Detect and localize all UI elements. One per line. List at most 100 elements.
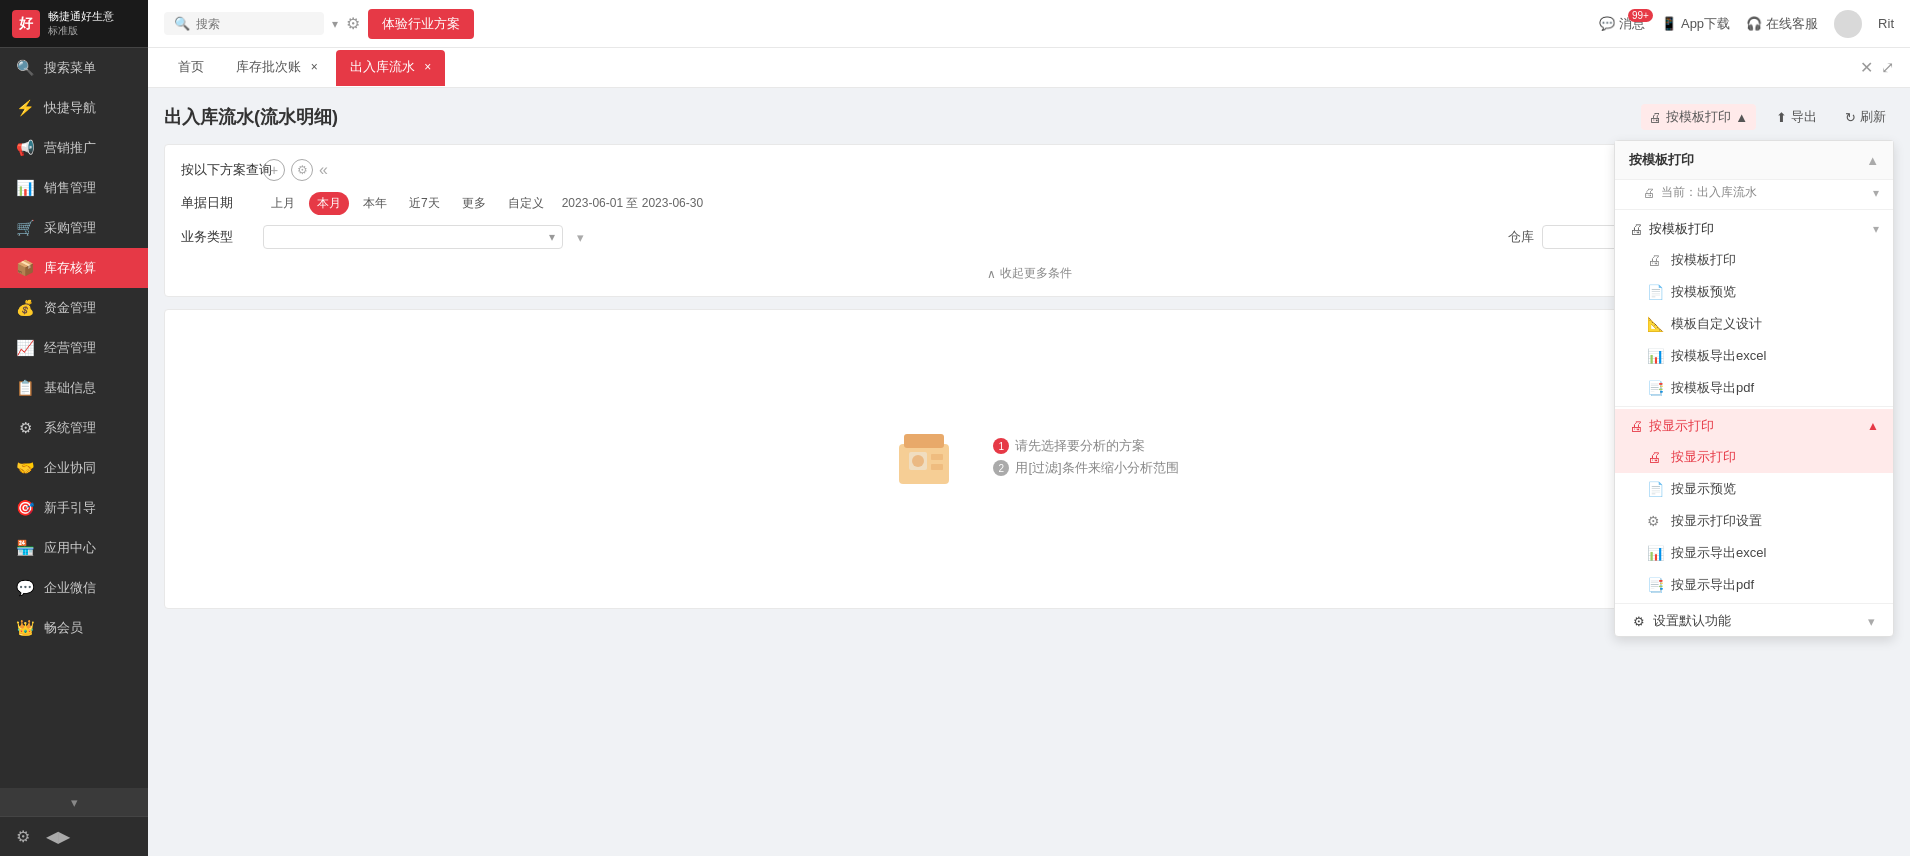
sidebar-item-search[interactable]: 🔍 搜索菜单 <box>0 48 148 88</box>
sidebar-item-member[interactable]: 👑 畅会员 <box>0 608 148 648</box>
dropdown-header: 按模板打印 ▲ <box>1615 141 1893 180</box>
dropdown-section-template[interactable]: 🖨 按模板打印 ▾ <box>1615 212 1893 244</box>
sidebar-item-marketing[interactable]: 📢 营销推广 <box>0 128 148 168</box>
user-avatar[interactable] <box>1834 10 1862 38</box>
date-tag-custom[interactable]: 自定义 <box>500 192 552 215</box>
tab-flow[interactable]: 出入库流水 × <box>336 50 446 86</box>
topbar-chevron-icon[interactable]: ▾ <box>332 17 338 31</box>
dropdown-item-template-pdf[interactable]: 📑 按模板导出pdf <box>1615 372 1893 404</box>
date-label: 单据日期 <box>181 194 251 212</box>
dropdown-header-chevron-icon[interactable]: ▲ <box>1866 153 1879 168</box>
topbar-search-input[interactable] <box>196 17 306 31</box>
divider-3 <box>1615 603 1893 604</box>
display-settings-icon: ⚙ <box>1647 513 1663 529</box>
dropdown-item-display-settings[interactable]: ⚙ 按显示打印设置 <box>1615 505 1893 537</box>
member-icon: 👑 <box>16 619 34 637</box>
filter-collapse-btn[interactable]: « <box>319 161 328 179</box>
sidebar-item-quick-nav[interactable]: ⚡ 快捷导航 <box>0 88 148 128</box>
sidebar-item-sales[interactable]: 📊 销售管理 <box>0 168 148 208</box>
section-template-title: 🖨 按模板打印 <box>1629 220 1714 238</box>
sidebar-item-inventory[interactable]: 📦 库存核算 <box>0 248 148 288</box>
topbar-right: 💬 消息 99+ 📱 App下载 🎧 在线客服 Rit <box>1599 10 1894 38</box>
topbar-gear-icon[interactable]: ⚙ <box>346 14 360 33</box>
sidebar-item-app-center[interactable]: 🏪 应用中心 <box>0 528 148 568</box>
display-preview-icon: 📄 <box>1647 481 1663 497</box>
sidebar-scroll-down[interactable]: ▾ <box>0 788 148 816</box>
dropdown-item-display-excel[interactable]: 📊 按显示导出excel <box>1615 537 1893 569</box>
dropdown-section-display[interactable]: 🖨 按显示打印 ▲ <box>1615 409 1893 441</box>
print-btn[interactable]: 🖨 按模板打印 ▲ <box>1641 104 1756 130</box>
sidebar-item-label: 企业微信 <box>44 579 96 597</box>
bottom-collapse-icon[interactable]: ◀▶ <box>46 827 70 846</box>
system-icon: ⚙ <box>16 419 34 437</box>
date-tag-more[interactable]: 更多 <box>454 192 494 215</box>
display-excel-icon: 📊 <box>1647 545 1663 561</box>
dropdown-item-template-preview[interactable]: 📄 按模板预览 <box>1615 276 1893 308</box>
sidebar-item-wechat[interactable]: 💬 企业微信 <box>0 568 148 608</box>
guide-icon: 🎯 <box>16 499 34 517</box>
dropdown-footer-settings[interactable]: ⚙ 设置默认功能 ▾ <box>1615 606 1893 636</box>
print-label: 按模板打印 <box>1666 108 1731 126</box>
sidebar-item-basic[interactable]: 📋 基础信息 <box>0 368 148 408</box>
collapse-label: 收起更多条件 <box>1000 265 1072 282</box>
sidebar-logo: 好 畅捷通好生意 标准版 <box>0 0 148 48</box>
tab-batch-account[interactable]: 库存批次账 × <box>222 50 332 86</box>
date-tag-last-month[interactable]: 上月 <box>263 192 303 215</box>
app-download-icon: 📱 <box>1661 16 1677 31</box>
sidebar-item-label: 企业协同 <box>44 459 96 477</box>
sidebar-item-label: 资金管理 <box>44 299 96 317</box>
tab-flow-close[interactable]: × <box>424 60 431 74</box>
template-print-icon: 🖨 <box>1647 252 1663 268</box>
industry-btn[interactable]: 体验行业方案 <box>368 9 474 39</box>
date-tag-this-year[interactable]: 本年 <box>355 192 395 215</box>
footer-chevron-icon: ▾ <box>1868 614 1875 629</box>
message-btn[interactable]: 💬 消息 99+ <box>1599 15 1645 33</box>
dropdown-item-template-excel[interactable]: 📊 按模板导出excel <box>1615 340 1893 372</box>
online-service-btn[interactable]: 🎧 在线客服 <box>1746 15 1818 33</box>
sidebar-item-purchase[interactable]: 🛒 采购管理 <box>0 208 148 248</box>
date-tag-this-month[interactable]: 本月 <box>309 192 349 215</box>
tab-home-label: 首页 <box>178 59 204 74</box>
dropdown-item-template-print[interactable]: 🖨 按模板打印 <box>1615 244 1893 276</box>
sidebar-item-guide[interactable]: 🎯 新手引导 <box>0 488 148 528</box>
date-tag-7days[interactable]: 近7天 <box>401 192 448 215</box>
svg-point-3 <box>912 455 924 467</box>
template-excel-icon: 📊 <box>1647 348 1663 364</box>
tab-expand-btn[interactable]: ⤢ <box>1881 58 1894 77</box>
sidebar-item-finance[interactable]: 💰 资金管理 <box>0 288 148 328</box>
biz-type-select[interactable] <box>263 225 563 249</box>
wechat-icon: 💬 <box>16 579 34 597</box>
tab-close-btn[interactable]: ✕ <box>1860 58 1873 77</box>
box-icon: 📦 <box>16 259 34 277</box>
filter-date-controls: 上月 本月 本年 近7天 更多 自定义 2023-06-01 至 2023-06… <box>263 192 1610 215</box>
bottom-settings-icon[interactable]: ⚙ <box>16 827 30 846</box>
sidebar-item-system[interactable]: ⚙ 系统管理 <box>0 408 148 448</box>
sidebar-item-operation[interactable]: 📈 经营管理 <box>0 328 148 368</box>
dropdown-title: 按模板打印 <box>1629 151 1694 169</box>
app-download-btn[interactable]: 📱 App下载 <box>1661 15 1730 33</box>
tip-num-2: 2 <box>993 460 1009 476</box>
dropdown-item-display-print[interactable]: 🖨 按显示打印 <box>1615 441 1893 473</box>
dropdown-item-display-pdf[interactable]: 📑 按显示导出pdf <box>1615 569 1893 601</box>
filter-add-btn[interactable]: + <box>263 159 285 181</box>
dropdown-item-template-custom[interactable]: 📐 模板自定义设计 <box>1615 308 1893 340</box>
refresh-btn[interactable]: ↻ 刷新 <box>1837 104 1894 130</box>
sidebar-item-label: 搜索菜单 <box>44 59 96 77</box>
biz-chevron-icon: ▾ <box>577 230 584 245</box>
export-btn[interactable]: ⬆ 导出 <box>1768 104 1825 130</box>
tip-text-1: 请先选择要分析的方案 <box>1015 437 1145 455</box>
tab-home[interactable]: 首页 <box>164 50 218 86</box>
template-pdf-icon: 📑 <box>1647 380 1663 396</box>
filter-settings-btn[interactable]: ⚙ <box>291 159 313 181</box>
collapse-more-btn[interactable]: ∧ 收起更多条件 <box>987 265 1072 282</box>
logo-sub: 标准版 <box>48 24 114 38</box>
tip-item-2: 2 用[过滤]条件来缩小分析范围 <box>993 459 1178 477</box>
collapse-icon: ∧ <box>987 267 996 281</box>
display-print-icon: 🖨 <box>1647 449 1663 465</box>
dropdown-item-display-preview[interactable]: 📄 按显示预览 <box>1615 473 1893 505</box>
topbar-search-icon: 🔍 <box>174 16 190 31</box>
tab-batch-account-close[interactable]: × <box>311 60 318 74</box>
sidebar-item-label: 应用中心 <box>44 539 96 557</box>
sidebar-item-enterprise[interactable]: 🤝 企业协同 <box>0 448 148 488</box>
page-actions: 🖨 按模板打印 ▲ ⬆ 导出 ↻ 刷新 <box>1641 104 1894 130</box>
